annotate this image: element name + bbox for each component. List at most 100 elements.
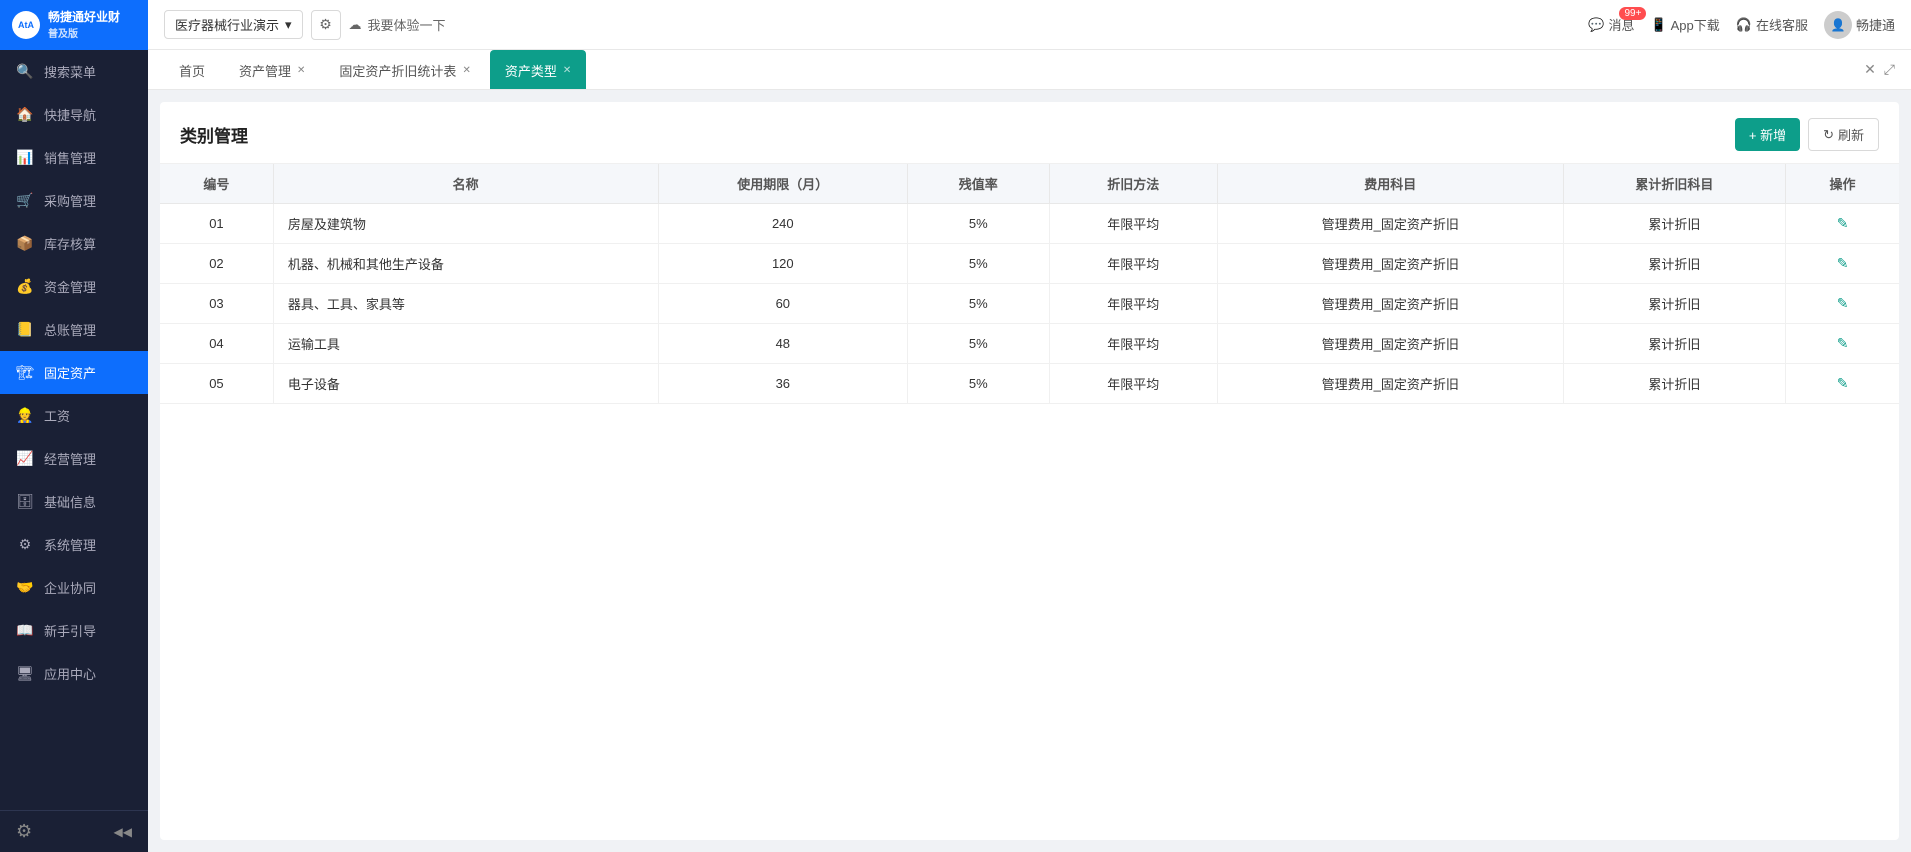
sidebar-item-库存核算[interactable]: 📦库存核算 xyxy=(0,222,148,265)
user-avatar[interactable]: 👤 畅捷通 xyxy=(1824,11,1895,39)
cell-name-3: 运输工具 xyxy=(273,324,658,364)
cell-method-4: 年限平均 xyxy=(1049,364,1217,404)
cell-name-1: 机器、机械和其他生产设备 xyxy=(273,244,658,284)
online-service-button[interactable]: 🎧 在线客服 xyxy=(1736,15,1808,34)
tab-label-3: 资产类型 xyxy=(505,61,557,80)
cell-expense-4: 管理费用_固定资产折旧 xyxy=(1217,364,1563,404)
cell-action-2: ✎ xyxy=(1786,284,1899,324)
tab-首页[interactable]: 首页 xyxy=(164,50,220,89)
tab-close-icon-2[interactable]: ✕ xyxy=(462,65,470,76)
tab-资产类型[interactable]: 资产类型 ✕ xyxy=(490,50,586,89)
cell-expense-0: 管理费用_固定资产折旧 xyxy=(1217,204,1563,244)
settings-icon[interactable]: ⚙ xyxy=(16,821,32,842)
sidebar-icon-8: 👷 xyxy=(16,407,34,424)
user-name: 畅捷通 xyxy=(1856,15,1895,34)
cell-id-3: 04 xyxy=(160,324,273,364)
cell-period-1: 120 xyxy=(658,244,908,284)
refresh-label: 刷新 xyxy=(1838,125,1864,144)
col-header-6: 累计折旧科目 xyxy=(1563,164,1786,204)
sidebar-icon-0: 🔍 xyxy=(16,63,34,80)
app-download-button[interactable]: 📱 App下载 xyxy=(1650,15,1719,34)
online-service-label: 在线客服 xyxy=(1756,15,1808,34)
cell-rate-2: 5% xyxy=(908,284,1049,324)
window-controls: ✕ ⤢ xyxy=(1864,61,1895,78)
edit-icon-4[interactable]: ✎ xyxy=(1837,375,1849,391)
cell-period-3: 48 xyxy=(658,324,908,364)
cell-period-0: 240 xyxy=(658,204,908,244)
sidebar-icon-2: 📊 xyxy=(16,149,34,166)
sidebar-label-13: 新手引导 xyxy=(44,621,96,640)
edit-icon-1[interactable]: ✎ xyxy=(1837,255,1849,271)
tab-label-0: 首页 xyxy=(179,61,205,80)
sidebar-item-搜索菜单[interactable]: 🔍 搜索菜单 xyxy=(0,50,148,93)
refresh-icon: ↻ xyxy=(1823,127,1834,143)
cell-action-4: ✎ xyxy=(1786,364,1899,404)
sidebar-item-工资[interactable]: 👷工资 xyxy=(0,394,148,437)
sidebar-label-9: 经营管理 xyxy=(44,449,96,468)
edit-icon-0[interactable]: ✎ xyxy=(1837,215,1849,231)
sidebar-icon-1: 🏠 xyxy=(16,106,34,123)
sidebar-item-企业协同[interactable]: 🤝企业协同 xyxy=(0,566,148,609)
sidebar-item-总账管理[interactable]: 📒 总账管理 xyxy=(0,308,148,351)
message-icon: 💬 xyxy=(1588,17,1604,33)
sidebar-item-新手引导[interactable]: 📖 新手引导 xyxy=(0,609,148,652)
close-window-icon[interactable]: ✕ xyxy=(1864,61,1876,78)
sidebar-item-快捷导航[interactable]: 🏠 快捷导航 xyxy=(0,93,148,136)
cell-method-2: 年限平均 xyxy=(1049,284,1217,324)
tab-label-1: 资产管理 xyxy=(239,61,291,80)
tab-固定资产折旧统计表[interactable]: 固定资产折旧统计表✕ xyxy=(324,50,485,89)
sidebar-label-1: 快捷导航 xyxy=(44,105,96,124)
collapse-icon[interactable]: ◀◀ xyxy=(114,825,132,839)
refresh-button[interactable]: ↻ 刷新 xyxy=(1808,118,1879,151)
cell-name-0: 房屋及建筑物 xyxy=(273,204,658,244)
sidebar-icon-13: 📖 xyxy=(16,622,34,639)
sidebar-item-系统管理[interactable]: ⚙ 系统管理 xyxy=(0,523,148,566)
tab-close-icon-3[interactable]: ✕ xyxy=(563,65,571,76)
sidebar-item-销售管理[interactable]: 📊 销售管理 xyxy=(0,136,148,179)
sidebar-footer: ⚙ ◀◀ xyxy=(0,810,148,852)
experience-button[interactable]: ☁ 我要体验一下 xyxy=(349,15,446,34)
table-header-row: 编号名称使用期限（月）残值率折旧方法费用科目累计折旧科目操作 xyxy=(160,164,1899,204)
tab-close-icon-1[interactable]: ✕ xyxy=(297,65,305,76)
sidebar-icon-11: ⚙ xyxy=(16,536,34,553)
sidebar-item-经营管理[interactable]: 📈经营管理 xyxy=(0,437,148,480)
asset-type-table: 编号名称使用期限（月）残值率折旧方法费用科目累计折旧科目操作 01 房屋及建筑物… xyxy=(160,164,1899,404)
sidebar-label-2: 销售管理 xyxy=(44,148,96,167)
cell-name-4: 电子设备 xyxy=(273,364,658,404)
sidebar-item-基础信息[interactable]: 🗄基础信息 xyxy=(0,480,148,523)
gear-icon: ⚙ xyxy=(319,16,332,33)
sidebar: AtA 畅捷通好业财 普及版 🔍 搜索菜单 🏠 快捷导航 📊 销售管理 🛒采购管理📦库存核算… xyxy=(0,0,148,852)
cell-accum-1: 累计折旧 xyxy=(1563,244,1786,284)
sidebar-icon-6: 📒 xyxy=(16,321,34,338)
sidebar-icon-10: 🗄 xyxy=(16,493,34,510)
topbar-right: 💬 消息 99+ 📱 App下载 🎧 在线客服 👤 畅捷通 xyxy=(1588,11,1895,39)
edit-icon-3[interactable]: ✎ xyxy=(1837,335,1849,351)
cell-name-2: 器具、工具、家具等 xyxy=(273,284,658,324)
sidebar-label-6: 总账管理 xyxy=(44,320,96,339)
cell-period-2: 60 xyxy=(658,284,908,324)
sidebar-item-应用中心[interactable]: 🖥应用中心 xyxy=(0,652,148,695)
company-name: 医疗器械行业演示 xyxy=(175,15,279,34)
edit-icon-2[interactable]: ✎ xyxy=(1837,295,1849,311)
sidebar-item-固定资产[interactable]: 🏗固定资产 xyxy=(0,351,148,394)
message-button[interactable]: 💬 消息 99+ xyxy=(1588,15,1634,34)
new-button[interactable]: + 新增 xyxy=(1735,118,1800,151)
sidebar-item-采购管理[interactable]: 🛒采购管理 xyxy=(0,179,148,222)
sidebar-label-14: 应用中心 xyxy=(44,664,96,683)
col-header-2: 使用期限（月） xyxy=(658,164,908,204)
col-header-4: 折旧方法 xyxy=(1049,164,1217,204)
settings-gear-button[interactable]: ⚙ xyxy=(311,10,341,40)
table-row: 01 房屋及建筑物 240 5% 年限平均 管理费用_固定资产折旧 累计折旧 ✎ xyxy=(160,204,1899,244)
tab-资产管理[interactable]: 资产管理 ✕ xyxy=(224,50,320,89)
expand-window-icon[interactable]: ⤢ xyxy=(1884,61,1895,78)
company-selector[interactable]: 医疗器械行业演示 ▾ xyxy=(164,10,303,39)
sidebar-header: AtA 畅捷通好业财 普及版 xyxy=(0,0,148,50)
cell-rate-4: 5% xyxy=(908,364,1049,404)
app-subtitle: 普及版 xyxy=(48,25,120,40)
sidebar-item-资金管理[interactable]: 💰资金管理 xyxy=(0,265,148,308)
cell-accum-0: 累计折旧 xyxy=(1563,204,1786,244)
sidebar-label-11: 系统管理 xyxy=(44,535,96,554)
sidebar-label-0: 搜索菜单 xyxy=(44,62,96,81)
cell-method-1: 年限平均 xyxy=(1049,244,1217,284)
content-actions: + 新增 ↻ 刷新 xyxy=(1735,118,1879,151)
